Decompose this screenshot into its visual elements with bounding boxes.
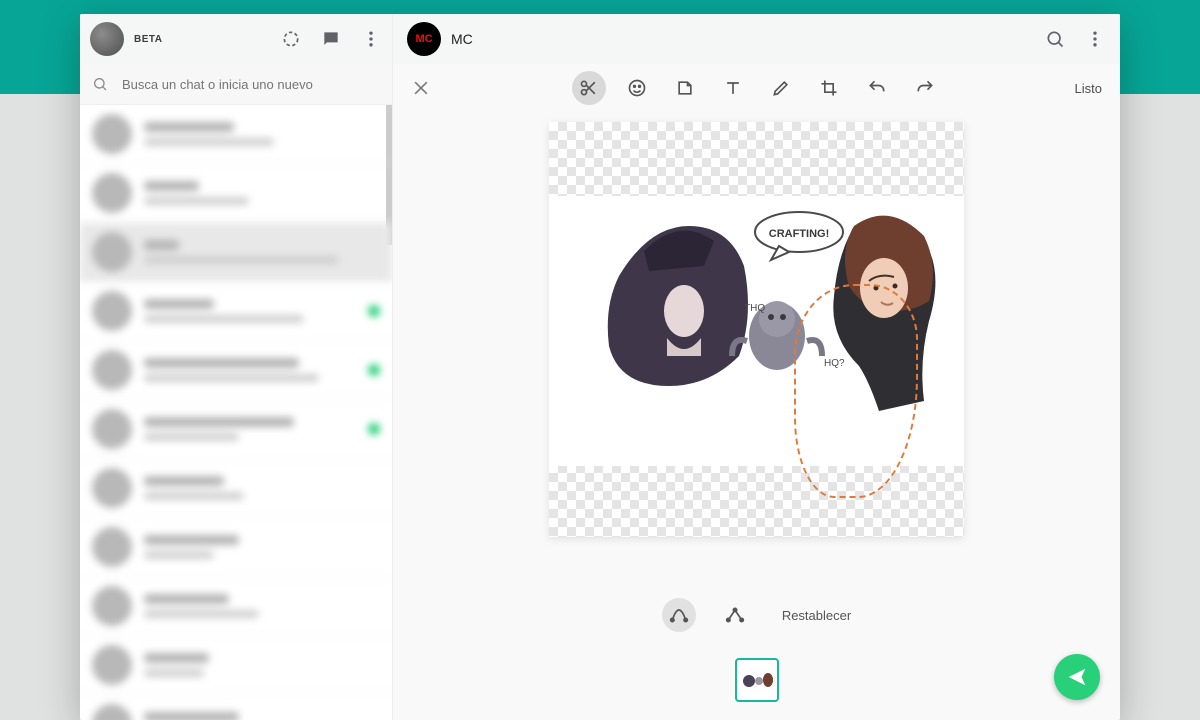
lasso-poly-icon[interactable] <box>718 598 752 632</box>
contact-avatar[interactable]: MC <box>407 22 441 56</box>
sidebar-header: BETA <box>80 14 392 64</box>
svg-text:THQ: THQ <box>744 303 765 314</box>
bottom-bar <box>393 640 1120 720</box>
search-bar <box>80 64 392 105</box>
chat-list-item[interactable] <box>80 459 392 518</box>
canvas-area: CRAFTING! THQ HQ? <box>393 112 1120 590</box>
chat-list-item[interactable] <box>80 105 392 164</box>
new-chat-icon[interactable] <box>320 28 342 50</box>
cut-tool-icon[interactable] <box>572 71 606 105</box>
chat-list-item[interactable] <box>80 400 392 459</box>
sticker-image: CRAFTING! THQ HQ? <box>549 196 964 466</box>
redo-icon[interactable] <box>908 71 942 105</box>
chat-list-item[interactable] <box>80 518 392 577</box>
close-button[interactable] <box>411 78 431 98</box>
reset-button[interactable]: Restablecer <box>782 608 851 623</box>
chat-list-item[interactable] <box>80 636 392 695</box>
crop-tool-icon[interactable] <box>812 71 846 105</box>
chat-list-item[interactable] <box>80 282 392 341</box>
text-tool-icon[interactable] <box>716 71 750 105</box>
chat-list-item[interactable] <box>80 164 392 223</box>
search-icon <box>80 64 120 104</box>
svg-text:CRAFTING!: CRAFTING! <box>769 228 830 240</box>
chat-list-item[interactable] <box>80 223 392 282</box>
main-panel: MC MC Listo <box>393 14 1120 720</box>
sticker-tool-icon[interactable] <box>668 71 702 105</box>
sidebar: BETA <box>80 14 393 720</box>
header-search-icon[interactable] <box>1044 28 1066 50</box>
chat-list-item[interactable] <box>80 695 392 720</box>
attachment-thumbnail[interactable] <box>735 658 779 702</box>
draw-tool-icon[interactable] <box>764 71 798 105</box>
user-avatar[interactable] <box>90 22 124 56</box>
done-button[interactable]: Listo <box>1075 81 1102 96</box>
app-window: BETA MC MC <box>80 14 1120 720</box>
send-button[interactable] <box>1054 654 1100 700</box>
status-icon[interactable] <box>280 28 302 50</box>
editor-toolbar: Listo <box>393 64 1120 112</box>
contact-name: MC <box>451 31 473 47</box>
undo-icon[interactable] <box>860 71 894 105</box>
menu-icon[interactable] <box>360 28 382 50</box>
emoji-tool-icon[interactable] <box>620 71 654 105</box>
header-menu-icon[interactable] <box>1084 28 1106 50</box>
lasso-curve-icon[interactable] <box>662 598 696 632</box>
search-input[interactable] <box>120 76 392 93</box>
chat-list-item[interactable] <box>80 577 392 636</box>
sub-toolbar: Restablecer <box>393 590 1120 640</box>
beta-badge: BETA <box>134 34 162 45</box>
chat-list-item[interactable] <box>80 341 392 400</box>
chat-list[interactable] <box>80 105 392 720</box>
sticker-canvas[interactable]: CRAFTING! THQ HQ? <box>549 122 964 537</box>
chat-header: MC MC <box>393 14 1120 64</box>
